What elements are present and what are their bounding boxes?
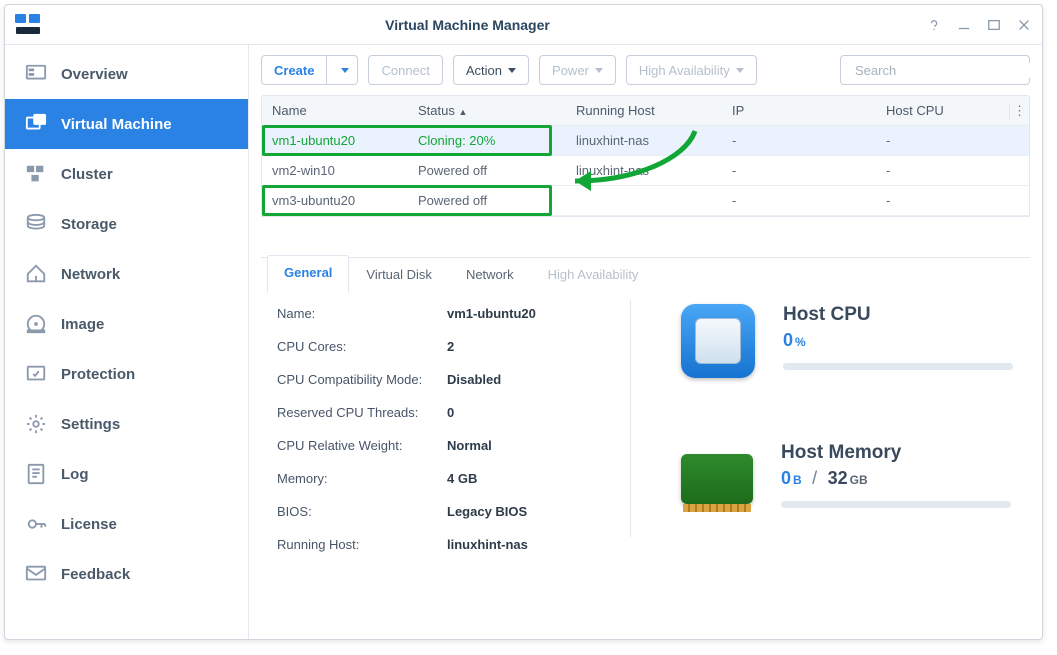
sidebar-item-log[interactable]: Log bbox=[5, 449, 248, 499]
sidebar-item-storage[interactable]: Storage bbox=[5, 199, 248, 249]
vm-table: Name Status ▲ Running Host IP Host CPU ⋮… bbox=[261, 95, 1030, 217]
sidebar-item-label: License bbox=[61, 516, 117, 533]
sidebar-item-label: Feedback bbox=[61, 566, 130, 583]
high-availability-button[interactable]: High Availability bbox=[626, 55, 757, 85]
connect-button[interactable]: Connect bbox=[368, 55, 442, 85]
maximize-button[interactable] bbox=[986, 17, 1002, 33]
cpu-icon bbox=[681, 304, 755, 378]
sidebar-item-label: Settings bbox=[61, 416, 120, 433]
protection-icon bbox=[25, 363, 47, 385]
app-window: Virtual Machine Manager Overview Virtual… bbox=[4, 4, 1043, 640]
search-box[interactable] bbox=[840, 55, 1030, 85]
details-properties: Name:vm1-ubuntu20 CPU Cores:2 CPU Compat… bbox=[261, 300, 631, 537]
col-status[interactable]: Status ▲ bbox=[418, 103, 576, 118]
tab-virtual-disk[interactable]: Virtual Disk bbox=[349, 257, 449, 293]
settings-icon bbox=[25, 413, 47, 435]
col-ip[interactable]: IP bbox=[732, 103, 886, 118]
sidebar-item-label: Network bbox=[61, 266, 120, 283]
details-metrics: Host CPU 0% Host Memory 0B bbox=[631, 300, 1030, 537]
cluster-icon bbox=[25, 163, 47, 185]
col-more[interactable]: ⋮ bbox=[1009, 103, 1029, 119]
minimize-button[interactable] bbox=[956, 17, 972, 33]
search-input[interactable] bbox=[855, 63, 1031, 78]
toolbar: Create Connect Action Power High Availab… bbox=[249, 45, 1042, 95]
window-title: Virtual Machine Manager bbox=[9, 17, 926, 33]
overview-icon bbox=[25, 63, 47, 85]
sidebar-item-cluster[interactable]: Cluster bbox=[5, 149, 248, 199]
tab-high-availability[interactable]: High Availability bbox=[531, 257, 656, 293]
license-icon bbox=[25, 513, 47, 535]
metric-host-memory: Host Memory 0B / 32GB bbox=[681, 442, 1030, 532]
sidebar-item-virtual-machine[interactable]: Virtual Machine bbox=[5, 99, 248, 149]
sidebar-item-label: Cluster bbox=[61, 166, 113, 183]
col-name[interactable]: Name bbox=[262, 103, 418, 118]
close-button[interactable] bbox=[1016, 17, 1032, 33]
sidebar-item-protection[interactable]: Protection bbox=[5, 349, 248, 399]
action-button[interactable]: Action bbox=[453, 55, 529, 85]
create-dropdown[interactable] bbox=[327, 55, 358, 85]
create-button[interactable]: Create bbox=[261, 55, 327, 85]
sidebar-item-label: Overview bbox=[61, 66, 128, 83]
table-header: Name Status ▲ Running Host IP Host CPU ⋮ bbox=[262, 96, 1029, 126]
window-controls bbox=[926, 17, 1032, 33]
sidebar-item-label: Virtual Machine bbox=[61, 116, 172, 133]
feedback-icon bbox=[25, 563, 47, 585]
title-bar: Virtual Machine Manager bbox=[5, 5, 1042, 45]
tab-general[interactable]: General bbox=[267, 255, 349, 293]
table-row[interactable]: vm2-win10 Powered off linuxhint-nas - - bbox=[262, 156, 1029, 186]
sidebar-item-label: Log bbox=[61, 466, 89, 483]
sidebar-item-image[interactable]: Image bbox=[5, 299, 248, 349]
details-panel: General Virtual Disk Network High Availa… bbox=[261, 257, 1030, 537]
sidebar-item-settings[interactable]: Settings bbox=[5, 399, 248, 449]
memory-icon bbox=[681, 454, 753, 504]
storage-icon bbox=[25, 213, 47, 235]
metric-host-cpu: Host CPU 0% bbox=[681, 304, 1030, 394]
log-icon bbox=[25, 463, 47, 485]
sidebar: Overview Virtual Machine Cluster Storage… bbox=[5, 45, 249, 639]
network-icon bbox=[25, 263, 47, 285]
tab-network[interactable]: Network bbox=[449, 257, 531, 293]
virtual-machine-icon bbox=[25, 113, 47, 135]
col-cpu[interactable]: Host CPU bbox=[886, 103, 1009, 118]
col-host[interactable]: Running Host bbox=[576, 103, 732, 118]
sidebar-item-license[interactable]: License bbox=[5, 499, 248, 549]
image-icon bbox=[25, 313, 47, 335]
details-tabs: General Virtual Disk Network High Availa… bbox=[267, 257, 655, 293]
help-button[interactable] bbox=[926, 17, 942, 33]
power-button[interactable]: Power bbox=[539, 55, 616, 85]
sidebar-item-label: Protection bbox=[61, 366, 135, 383]
sidebar-item-label: Image bbox=[61, 316, 104, 333]
sidebar-item-network[interactable]: Network bbox=[5, 249, 248, 299]
table-row[interactable]: vm3-ubuntu20 Powered off - - bbox=[262, 186, 1029, 216]
sidebar-item-overview[interactable]: Overview bbox=[5, 49, 248, 99]
sidebar-item-feedback[interactable]: Feedback bbox=[5, 549, 248, 599]
table-row[interactable]: vm1-ubuntu20 Cloning: 20% linuxhint-nas … bbox=[262, 126, 1029, 156]
sidebar-item-label: Storage bbox=[61, 216, 117, 233]
main-panel: Create Connect Action Power High Availab… bbox=[249, 45, 1042, 639]
